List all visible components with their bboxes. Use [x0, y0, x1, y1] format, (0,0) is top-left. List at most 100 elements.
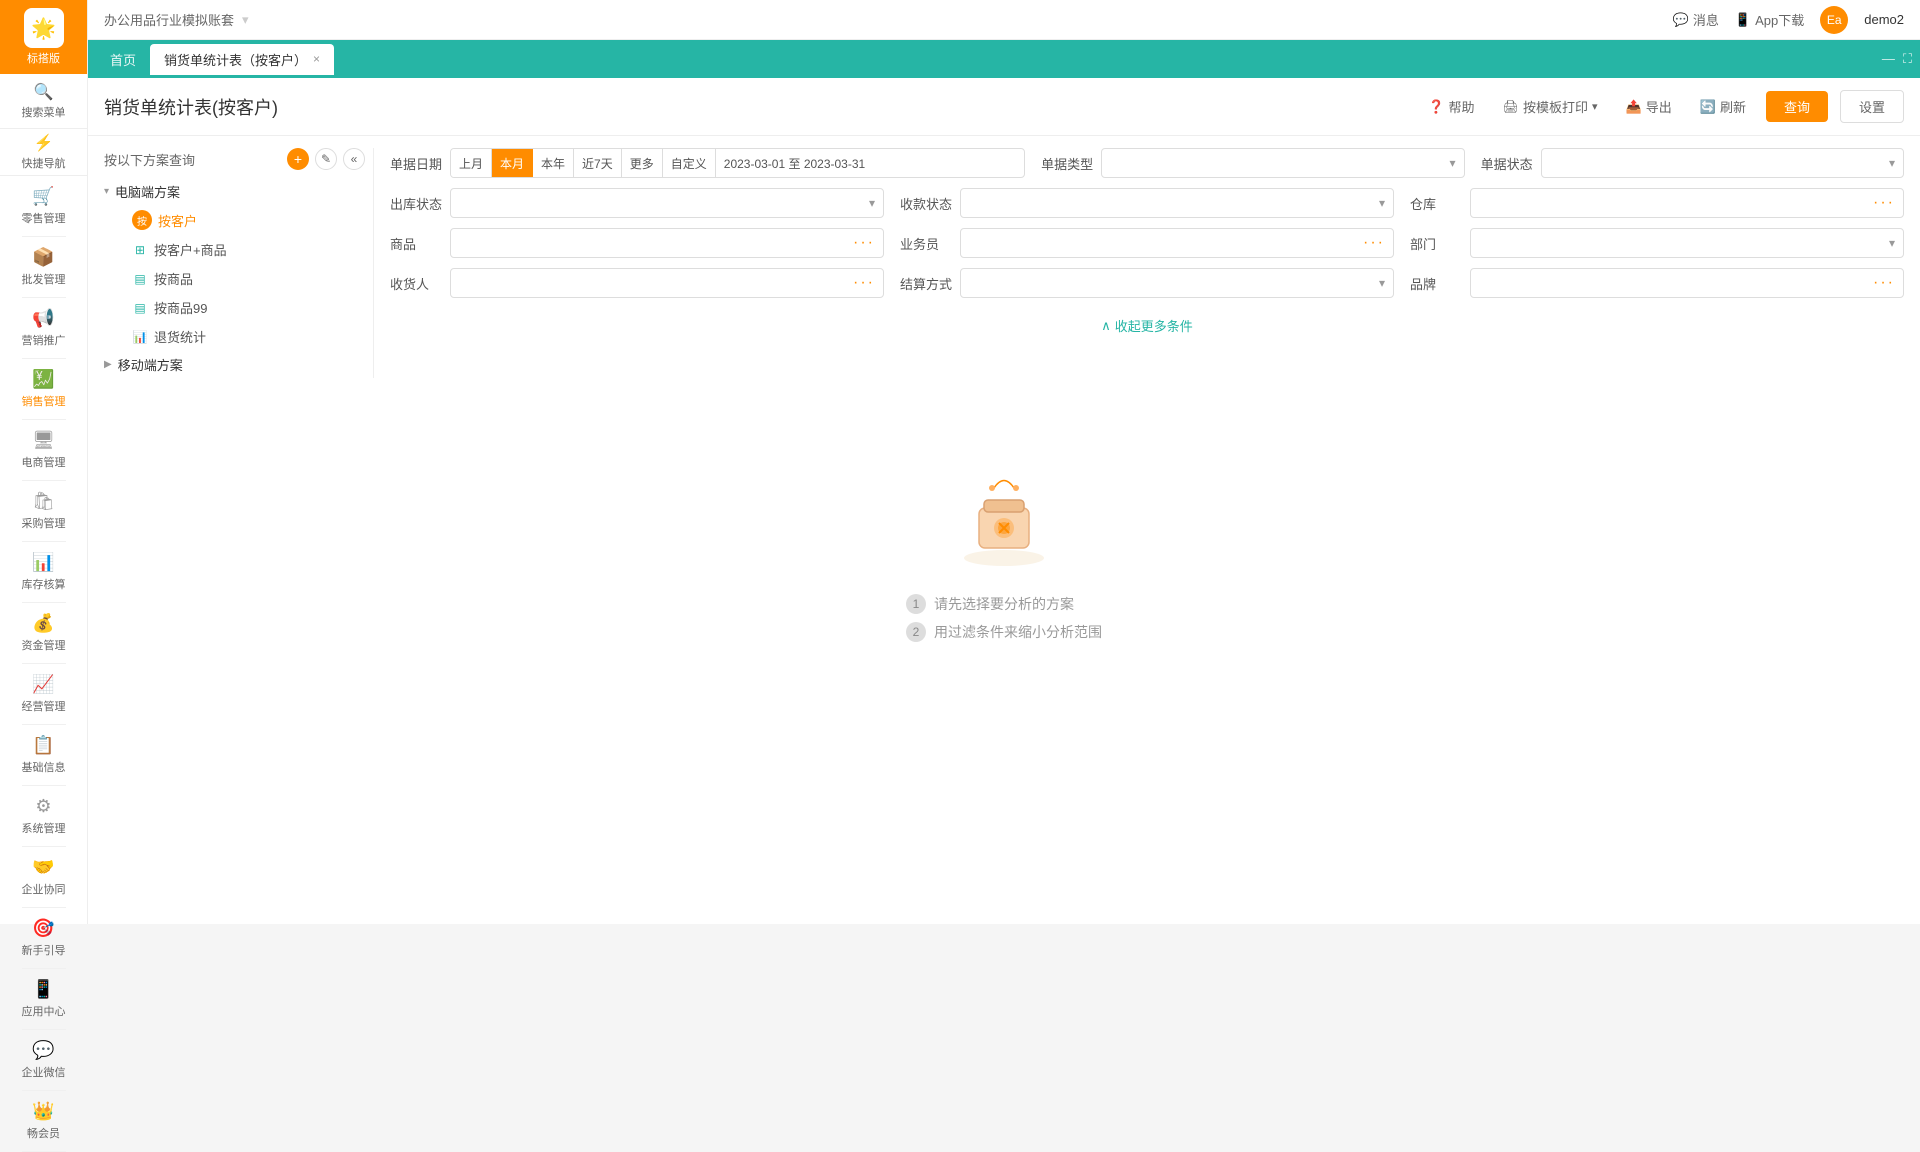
avatar-text: Ea: [1827, 13, 1842, 27]
sidebar-item-label-retail: 零售管理: [22, 210, 66, 226]
scheme-edit-button[interactable]: ✎: [315, 148, 337, 170]
quick-nav-label: 快捷导航: [22, 155, 66, 171]
tab-home-label: 首页: [110, 53, 136, 68]
date-btn-custom[interactable]: 自定义: [663, 148, 716, 178]
tab-active[interactable]: 销货单统计表（按客户） ×: [150, 44, 334, 75]
date-field: 单据日期 上月 本月 本年 近7天 更多 自定义 2023-03-01 至 20…: [390, 148, 1025, 178]
brand-input[interactable]: ···: [1470, 268, 1904, 298]
query-button[interactable]: 查询: [1766, 91, 1828, 122]
search-menu-button[interactable]: 🔍 搜索菜单: [0, 74, 87, 129]
collapse-conditions-button[interactable]: ∧ 收起更多条件: [390, 308, 1904, 343]
sidebar-item-label-apps: 应用中心: [22, 1003, 66, 1019]
date-btn-last-month[interactable]: 上月: [451, 148, 492, 178]
sidebar-item-member[interactable]: 👑 畅会员: [22, 1091, 66, 1152]
logo[interactable]: 🌟 标搭版: [0, 0, 87, 74]
scheme-add-button[interactable]: +: [287, 148, 309, 170]
quick-nav-icon: ⚡: [34, 133, 54, 153]
scheme-header: 按以下方案查询 + ✎ «: [104, 148, 365, 170]
tab-maximize-icon[interactable]: ⛶: [1903, 51, 1912, 67]
scheme-item-return-label: 退货统计: [154, 327, 206, 346]
mobile-group-header[interactable]: ▶ 移动端方案: [104, 351, 365, 378]
breadcrumb-dropdown-icon[interactable]: ▾: [242, 12, 249, 28]
print-button[interactable]: 🖨 按模板打印 ▾: [1495, 93, 1606, 120]
warehouse-label: 仓库: [1410, 194, 1470, 213]
desktop-sub-tree: 按 按客户 ⊞ 按客户+商品 ▤ 按商品: [112, 205, 365, 351]
date-btn-more[interactable]: 更多: [622, 148, 663, 178]
export-button[interactable]: 📤 导出: [1618, 93, 1680, 120]
sidebar-item-marketing[interactable]: 📢 营销推广: [22, 298, 66, 359]
scheme-item-return[interactable]: 📊 退货统计: [112, 322, 365, 351]
chart-icon: 📊: [132, 329, 148, 345]
sidebar-item-basic[interactable]: 📋 基础信息: [22, 725, 66, 786]
order-type-select[interactable]: ▾: [1101, 148, 1464, 178]
tab-close-icon[interactable]: ×: [313, 52, 320, 66]
delivery-status-select[interactable]: ▾: [450, 188, 884, 218]
message-button[interactable]: 💬 消息: [1673, 10, 1719, 29]
help-button[interactable]: ❓ 帮助: [1420, 93, 1482, 120]
sidebar-item-inventory[interactable]: 📊 库存核算: [22, 542, 66, 603]
date-btn-7days[interactable]: 近7天: [574, 148, 622, 178]
sidebar-item-label-system: 系统管理: [22, 820, 66, 836]
scheme-title: 按以下方案查询: [104, 150, 195, 169]
tab-minimize-icon[interactable]: —: [1882, 51, 1895, 67]
app-download-button[interactable]: 📱 App下载: [1735, 10, 1804, 29]
settings-button[interactable]: 设置: [1840, 90, 1904, 123]
scheme-item-customer[interactable]: 按 按客户: [112, 205, 365, 235]
username: demo2: [1864, 12, 1904, 27]
tab-home[interactable]: 首页: [96, 44, 150, 75]
sidebar-item-retail[interactable]: 🛒 零售管理: [22, 176, 66, 237]
date-btn-this-month[interactable]: 本月: [492, 148, 533, 178]
content-area: 销货单统计表(按客户) ❓ 帮助 🖨 按模板打印 ▾ 📤 导出: [88, 78, 1920, 924]
inventory-icon: 📊: [32, 552, 54, 573]
sidebar-item-ecommerce[interactable]: 🖥 电商管理: [22, 420, 66, 481]
grid-icon: ⊞: [132, 242, 148, 258]
desktop-group-header[interactable]: ▾ 电脑端方案: [104, 178, 365, 205]
print-dropdown-icon: ▾: [1592, 100, 1598, 113]
product-input[interactable]: ···: [450, 228, 884, 258]
receiver-dots-icon: ···: [853, 274, 875, 292]
settlement-select[interactable]: ▾: [960, 268, 1394, 298]
sidebar-item-apps[interactable]: 📱 应用中心: [22, 969, 66, 1030]
payment-status-select[interactable]: ▾: [960, 188, 1394, 218]
salesperson-dots-icon: ···: [1363, 234, 1385, 252]
enterprise-icon: 🤝: [32, 857, 54, 878]
finance-icon: 💰: [32, 613, 54, 634]
warehouse-input[interactable]: ···: [1470, 188, 1904, 218]
sidebar-item-operation[interactable]: 📈 经营管理: [22, 664, 66, 725]
sidebar-item-purchase[interactable]: 🛍 采购管理: [22, 481, 66, 542]
sidebar-item-wechat[interactable]: 💬 企业微信: [22, 1030, 66, 1091]
sidebar-item-label-newbie: 新手引导: [22, 942, 66, 958]
quick-nav-button[interactable]: ⚡ 快捷导航: [0, 129, 87, 176]
order-type-chevron-icon: ▾: [1450, 156, 1456, 170]
sidebar: 🌟 标搭版 🔍 搜索菜单 ⚡ 快捷导航 🛒 零售管理 📦 批发管理 📢 营销推广…: [0, 0, 88, 924]
tip-text-1: 请先选择要分析的方案: [934, 594, 1074, 614]
breadcrumb-text: 办公用品行业模拟账套: [104, 10, 234, 29]
department-label: 部门: [1410, 234, 1470, 253]
sidebar-item-label-enterprise: 企业协同: [22, 881, 66, 897]
sidebar-item-wholesale[interactable]: 📦 批发管理: [22, 237, 66, 298]
sidebar-item-sales[interactable]: 💹 销售管理: [22, 359, 66, 420]
sidebar-item-system[interactable]: ⚙ 系统管理: [22, 786, 66, 847]
sidebar-item-newbie[interactable]: 🎯 新手引导: [22, 908, 66, 969]
order-status-chevron-icon: ▾: [1889, 156, 1895, 170]
order-status-select[interactable]: ▾: [1541, 148, 1904, 178]
table2-icon: ▤: [132, 300, 148, 316]
department-select[interactable]: ▾: [1470, 228, 1904, 258]
scheme-item-product99[interactable]: ▤ 按商品99: [112, 293, 365, 322]
mobile-scheme-group: ▶ 移动端方案: [104, 351, 365, 378]
collapse-icon: ∧: [1101, 318, 1111, 334]
scheme-collapse-button[interactable]: «: [343, 148, 365, 170]
salesperson-input[interactable]: ···: [960, 228, 1394, 258]
sidebar-item-finance[interactable]: 💰 资金管理: [22, 603, 66, 664]
export-label: 导出: [1646, 97, 1672, 116]
avatar[interactable]: Ea: [1820, 6, 1848, 34]
scheme-item-product[interactable]: ▤ 按商品: [112, 264, 365, 293]
system-icon: ⚙: [35, 796, 51, 817]
date-btn-this-year[interactable]: 本年: [533, 148, 574, 178]
receiver-input[interactable]: ···: [450, 268, 884, 298]
refresh-button[interactable]: 🔄 刷新: [1692, 93, 1754, 120]
scheme-item-customer-product[interactable]: ⊞ 按客户+商品: [112, 235, 365, 264]
sidebar-item-enterprise[interactable]: 🤝 企业协同: [22, 847, 66, 908]
delivery-status-chevron-icon: ▾: [869, 196, 875, 210]
refresh-label: 刷新: [1720, 97, 1746, 116]
